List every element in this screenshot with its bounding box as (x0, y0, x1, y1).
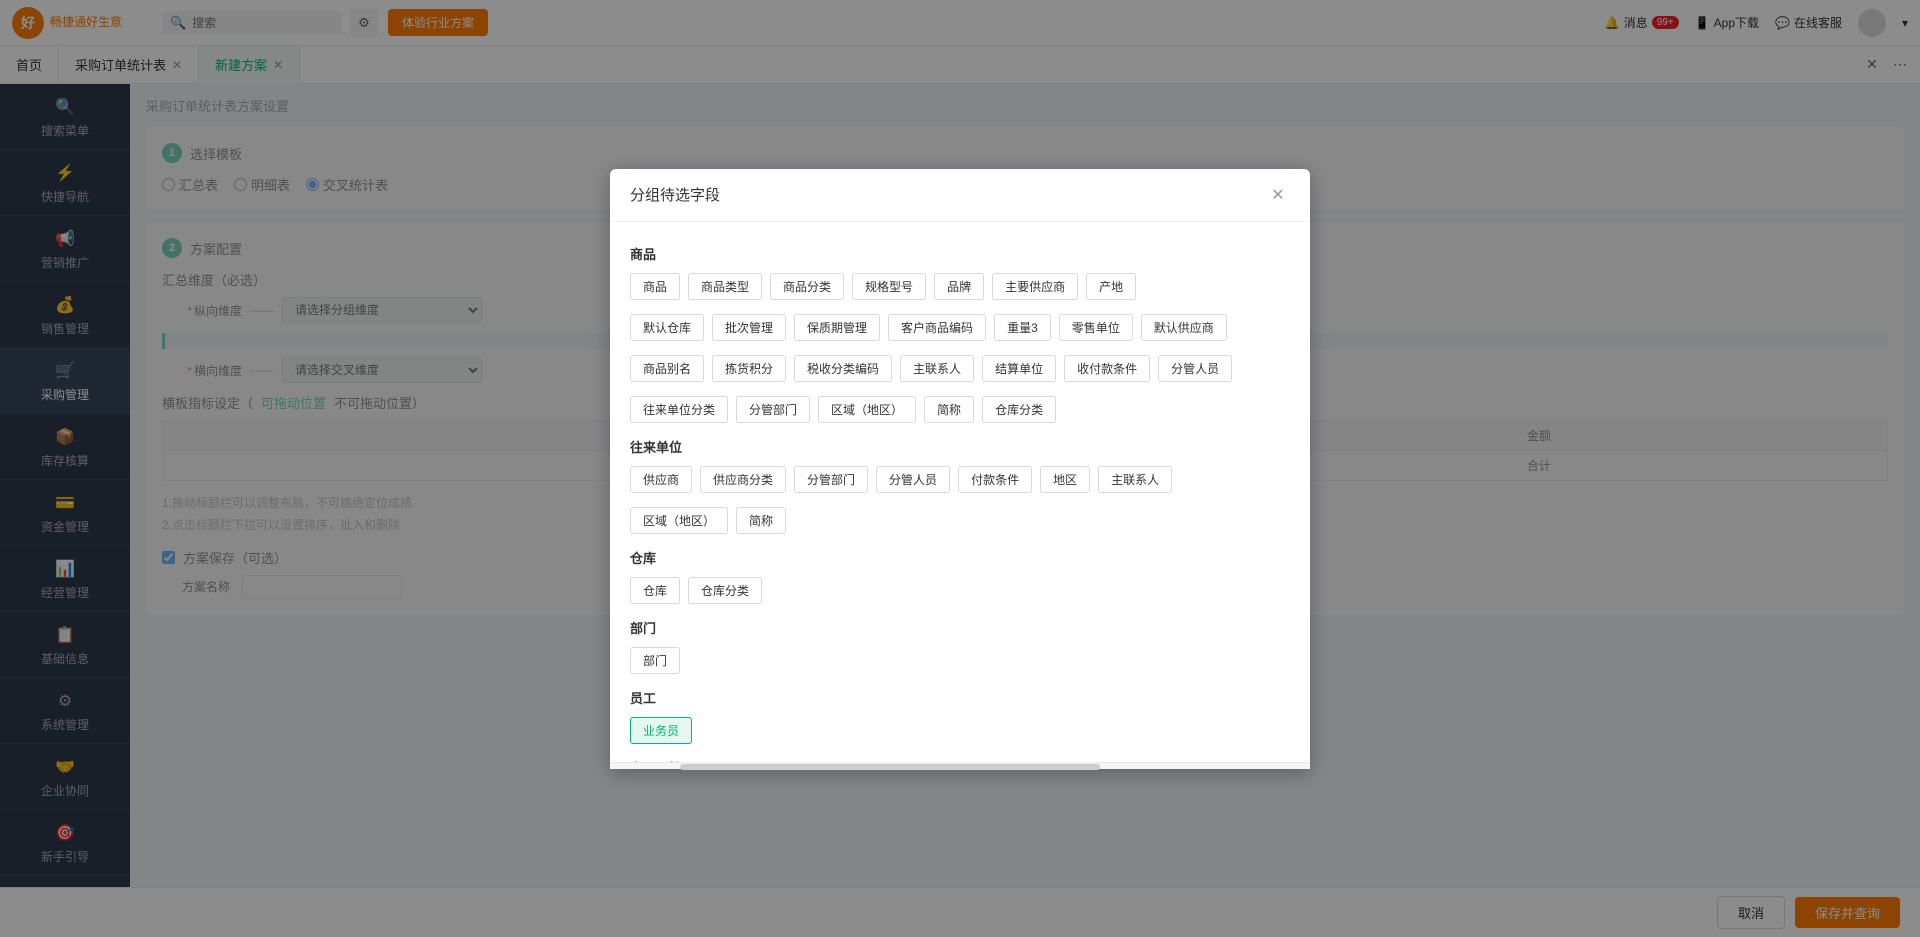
modal-overlay: 分组待选字段 ✕ 商品 商品 商品类型 商品分类 规格型号 品牌 主要供应商 产… (0, 0, 1920, 937)
section-title-product: 商品 (630, 244, 1290, 263)
section-title-warehouse: 仓库 (630, 548, 1290, 567)
field-tag-short-name[interactable]: 简称 (924, 396, 974, 423)
partner-field-tags-2: 区域（地区） 简称 (630, 507, 1290, 534)
field-tag-salesperson[interactable]: 业务员 (630, 717, 692, 744)
field-tag-pick-score[interactable]: 拣货积分 (712, 355, 786, 382)
modal-title: 分组待选字段 (630, 184, 720, 205)
field-tag-dept-in-charge[interactable]: 分管部门 (736, 396, 810, 423)
field-tag-wh[interactable]: 仓库 (630, 577, 680, 604)
field-tag-payment-cond[interactable]: 付款条件 (958, 466, 1032, 493)
modal-dialog: 分组待选字段 ✕ 商品 商品 商品类型 商品分类 规格型号 品牌 主要供应商 产… (610, 169, 1310, 769)
field-tag-settle-unit[interactable]: 结算单位 (982, 355, 1056, 382)
field-tag-product-category[interactable]: 商品分类 (770, 273, 844, 300)
field-tag-tax-code[interactable]: 税收分类编码 (794, 355, 892, 382)
field-tag-expiry[interactable]: 保质期管理 (794, 314, 880, 341)
warehouse-field-tags: 仓库 仓库分类 (630, 577, 1290, 604)
field-tag-wh-category[interactable]: 仓库分类 (982, 396, 1056, 423)
field-tag-contact2[interactable]: 主联系人 (1098, 466, 1172, 493)
field-tag-region[interactable]: 区域（地区） (818, 396, 916, 423)
field-tag-weight3[interactable]: 重量3 (994, 314, 1051, 341)
section-title-employee: 员工 (630, 688, 1290, 707)
section-title-department: 部门 (630, 618, 1290, 637)
product-field-tags: 商品 商品类型 商品分类 规格型号 品牌 主要供应商 产地 (630, 273, 1290, 300)
field-tag-dept2[interactable]: 分管部门 (794, 466, 868, 493)
modal-body[interactable]: 商品 商品 商品类型 商品分类 规格型号 品牌 主要供应商 产地 默认仓库 批次… (610, 222, 1310, 762)
field-tag-supplier[interactable]: 供应商 (630, 466, 692, 493)
modal-header: 分组待选字段 ✕ (610, 169, 1310, 222)
field-tag-dept-manager2[interactable]: 分管人员 (876, 466, 950, 493)
field-tag-supplier-category[interactable]: 供应商分类 (700, 466, 786, 493)
product-field-tags-4: 往来单位分类 分管部门 区域（地区） 简称 仓库分类 (630, 396, 1290, 423)
field-tag-default-supplier[interactable]: 默认供应商 (1141, 314, 1227, 341)
modal-horizontal-scrollbar[interactable] (610, 762, 1310, 769)
field-tag-alias[interactable]: 商品别名 (630, 355, 704, 382)
section-title-partner: 往来单位 (630, 437, 1290, 456)
field-tag-retail-unit[interactable]: 零售单位 (1059, 314, 1133, 341)
field-tag-payment-terms[interactable]: 收付款条件 (1064, 355, 1150, 382)
field-tag-brand[interactable]: 品牌 (934, 273, 984, 300)
field-tag-manager[interactable]: 分管人员 (1158, 355, 1232, 382)
field-tag-main-contact[interactable]: 主联系人 (900, 355, 974, 382)
field-tag-product[interactable]: 商品 (630, 273, 680, 300)
field-tag-origin[interactable]: 产地 (1086, 273, 1136, 300)
scrollbar-thumb (680, 764, 1100, 770)
field-tag-dept-field[interactable]: 部门 (630, 647, 680, 674)
field-tag-product-type[interactable]: 商品类型 (688, 273, 762, 300)
partner-field-tags-1: 供应商 供应商分类 分管部门 分管人员 付款条件 地区 主联系人 (630, 466, 1290, 493)
field-tag-customer-code[interactable]: 客户商品编码 (888, 314, 986, 341)
field-tag-region2[interactable]: 区域（地区） (630, 507, 728, 534)
field-tag-batch[interactable]: 批次管理 (712, 314, 786, 341)
field-tag-default-wh[interactable]: 默认仓库 (630, 314, 704, 341)
product-field-tags-3: 商品别名 拣货积分 税收分类编码 主联系人 结算单位 收付款条件 分管人员 (630, 355, 1290, 382)
field-tag-spec-type[interactable]: 规格型号 (852, 273, 926, 300)
field-tag-main-supplier[interactable]: 主要供应商 (992, 273, 1078, 300)
field-tag-area[interactable]: 地区 (1040, 466, 1090, 493)
field-tag-short-name2[interactable]: 简称 (736, 507, 786, 534)
field-tag-unit-category[interactable]: 往来单位分类 (630, 396, 728, 423)
product-field-tags-2: 默认仓库 批次管理 保质期管理 客户商品编码 重量3 零售单位 默认供应商 (630, 314, 1290, 341)
modal-close-btn[interactable]: ✕ (1266, 183, 1290, 207)
dept-field-tags: 部门 (630, 647, 1290, 674)
field-tag-wh-cat[interactable]: 仓库分类 (688, 577, 762, 604)
employee-field-tags: 业务员 (630, 717, 1290, 744)
